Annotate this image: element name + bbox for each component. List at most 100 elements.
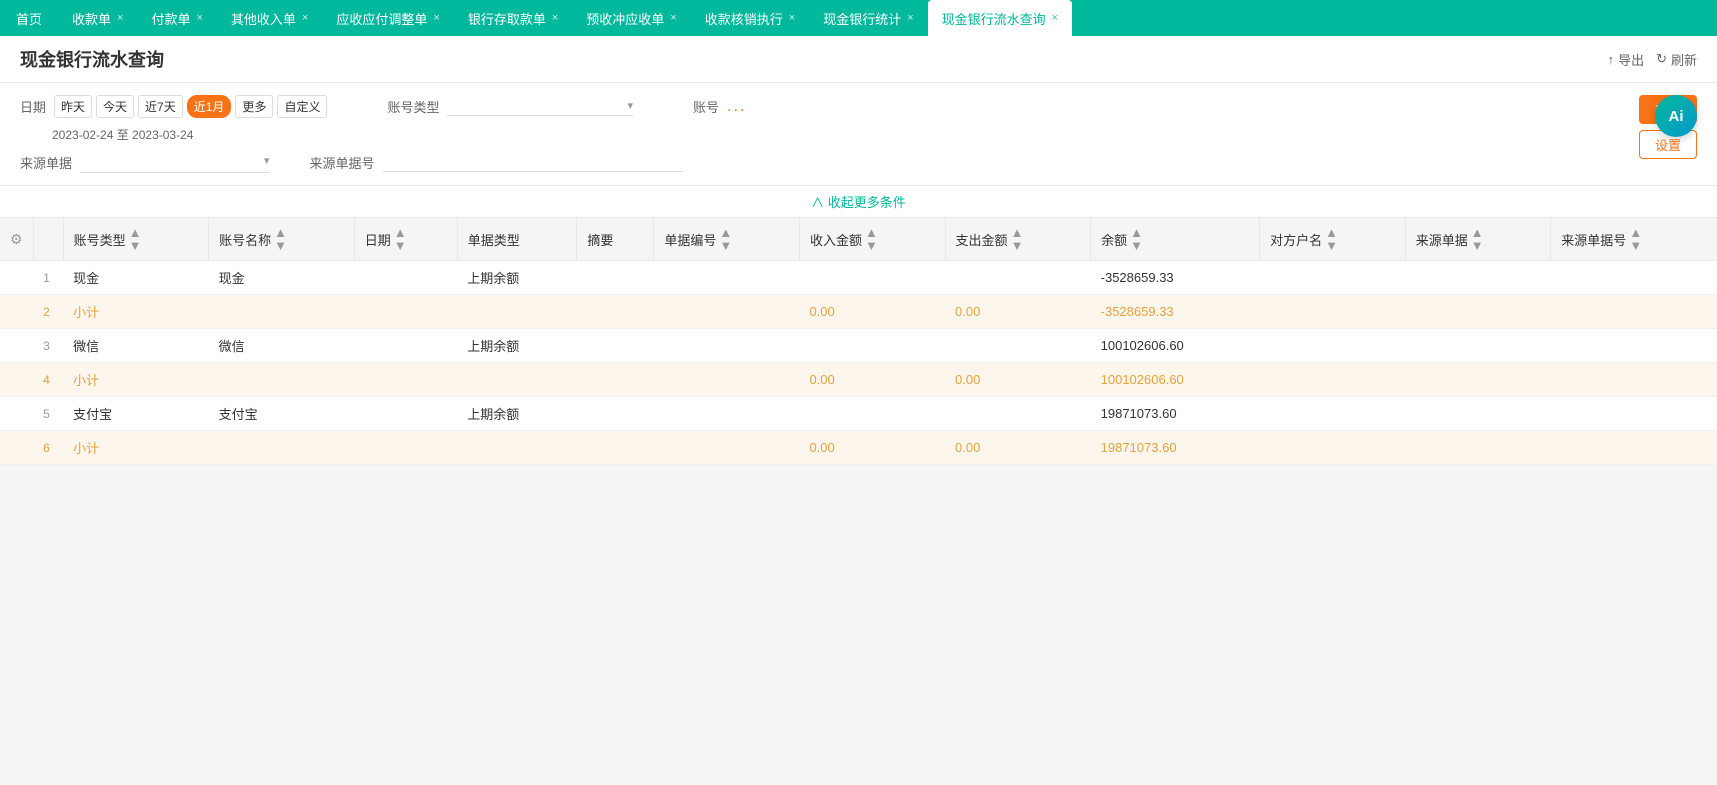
sort-icon-account_type[interactable]: ▲▼: [129, 226, 142, 252]
cell-expense: 0.00: [945, 431, 1091, 465]
cell-summary: [577, 295, 654, 329]
tab-close-icon[interactable]: ×: [552, 12, 558, 24]
gear-icon[interactable]: ⚙: [10, 231, 23, 247]
cell-source_doc_num: [1551, 363, 1717, 397]
cell-doc_type: [457, 431, 577, 465]
row-number: 2: [33, 295, 63, 329]
date-filter-group: 日期 昨天今天近7天近1月更多自定义: [20, 95, 327, 118]
cell-doc_number: [654, 363, 800, 397]
sort-icon-date[interactable]: ▲▼: [394, 226, 407, 252]
date-btn-近7天[interactable]: 近7天: [138, 95, 183, 118]
col-header-income[interactable]: 收入金额▲▼: [799, 218, 945, 261]
col-header-date[interactable]: 日期▲▼: [354, 218, 457, 261]
account-type-input[interactable]: [447, 98, 623, 113]
cell-income: [799, 329, 945, 363]
sort-icon-expense[interactable]: ▲▼: [1011, 226, 1024, 252]
cell-account_name: [209, 363, 355, 397]
cell-source_doc_num: [1551, 295, 1717, 329]
account-type-label: 账号类型: [387, 97, 439, 116]
date-btn-自定义[interactable]: 自定义: [277, 95, 327, 118]
account-group: 账号 ...: [693, 97, 746, 116]
nav-tab-现金银行统计[interactable]: 现金银行统计×: [809, 0, 927, 36]
nav-tab-现金银行流水查询[interactable]: 现金银行流水查询×: [928, 0, 1072, 36]
sort-icon-income[interactable]: ▲▼: [865, 226, 878, 252]
nav-tab-收款核销执行[interactable]: 收款核销执行×: [691, 0, 809, 36]
account-dots-button[interactable]: ...: [727, 98, 746, 116]
sort-icon-source_doc_num[interactable]: ▲▼: [1629, 226, 1642, 252]
col-header-doc_number[interactable]: 单据编号▲▼: [654, 218, 800, 261]
cell-counterpart: [1260, 363, 1406, 397]
col-header-counterpart[interactable]: 对方户名▲▼: [1260, 218, 1406, 261]
tab-close-icon[interactable]: ×: [789, 12, 795, 24]
account-label: 账号: [693, 97, 719, 116]
date-buttons: 昨天今天近7天近1月更多自定义: [54, 95, 327, 118]
row-settings-cell: [0, 329, 33, 363]
sort-icon-source_doc[interactable]: ▲▼: [1471, 226, 1484, 252]
col-header-expense[interactable]: 支出金额▲▼: [945, 218, 1091, 261]
export-button[interactable]: ↑ 导出: [1608, 50, 1645, 69]
cell-account_name: [209, 295, 355, 329]
account-type-select-wrapper: ▾: [447, 98, 633, 116]
page-header: 现金银行流水查询 ↑ 导出 ↻ 刷新: [0, 36, 1717, 83]
source-doc-num-input[interactable]: [383, 152, 683, 172]
cell-summary: [577, 363, 654, 397]
filter-area: 日期 昨天今天近7天近1月更多自定义 账号类型 ▾ 账号 ...: [0, 83, 1717, 186]
table-row: 6小计0.000.0019871073.60: [0, 431, 1717, 465]
cell-source_doc: [1405, 329, 1551, 363]
main-table: ⚙账号类型▲▼账号名称▲▼日期▲▼单据类型摘要单据编号▲▼收入金额▲▼支出金额▲…: [0, 218, 1717, 465]
cell-counterpart: [1260, 261, 1406, 295]
table-wrapper: ⚙账号类型▲▼账号名称▲▼日期▲▼单据类型摘要单据编号▲▼收入金额▲▼支出金额▲…: [0, 218, 1717, 465]
source-doc-arrow-icon[interactable]: ▾: [264, 154, 270, 167]
tab-close-icon[interactable]: ×: [117, 12, 123, 24]
cell-source_doc: [1405, 431, 1551, 465]
nav-tab-付款单[interactable]: 付款单×: [137, 0, 216, 36]
col-header-account_name[interactable]: 账号名称▲▼: [209, 218, 355, 261]
tab-close-icon[interactable]: ×: [433, 12, 439, 24]
tab-close-icon[interactable]: ×: [302, 12, 308, 24]
col-header-balance[interactable]: 余额▲▼: [1091, 218, 1260, 261]
filter-row-1: 日期 昨天今天近7天近1月更多自定义 账号类型 ▾ 账号 ...: [20, 95, 1639, 118]
row-number: 3: [33, 329, 63, 363]
source-doc-num-group: 来源单据号: [310, 152, 683, 172]
date-btn-更多[interactable]: 更多: [235, 95, 273, 118]
cell-balance: -3528659.33: [1091, 261, 1260, 295]
col-header-source_doc[interactable]: 来源单据▲▼: [1405, 218, 1551, 261]
sort-icon-doc_number[interactable]: ▲▼: [719, 226, 732, 252]
nav-tab-其他收入单[interactable]: 其他收入单×: [217, 0, 322, 36]
date-btn-近1月[interactable]: 近1月: [187, 95, 232, 118]
row-settings-cell: [0, 431, 33, 465]
export-icon: ↑: [1608, 52, 1615, 67]
nav-home[interactable]: 首页: [0, 0, 58, 36]
cell-doc_type: 上期余额: [457, 397, 577, 431]
table-row: 1现金现金上期余额-3528659.33: [0, 261, 1717, 295]
collapse-bar[interactable]: ∧ 收起更多条件: [0, 186, 1717, 218]
tab-close-icon[interactable]: ×: [196, 12, 202, 24]
tab-close-icon[interactable]: ×: [1052, 12, 1058, 24]
date-btn-昨天[interactable]: 昨天: [54, 95, 92, 118]
nav-tab-收款单[interactable]: 收款单×: [58, 0, 137, 36]
source-doc-num-label: 来源单据号: [310, 153, 375, 172]
nav-tab-银行存取款单[interactable]: 银行存取款单×: [454, 0, 572, 36]
table-row: 5支付宝支付宝上期余额19871073.60: [0, 397, 1717, 431]
tab-close-icon[interactable]: ×: [670, 12, 676, 24]
cell-expense: [945, 261, 1091, 295]
col-header-doc_type: 单据类型: [457, 218, 577, 261]
source-doc-input[interactable]: [80, 151, 264, 170]
nav-tab-预收冲应收单[interactable]: 预收冲应收单×: [572, 0, 690, 36]
account-type-arrow-icon[interactable]: ▾: [627, 99, 633, 112]
refresh-button[interactable]: ↻ 刷新: [1656, 50, 1697, 69]
col-header-account_type[interactable]: 账号类型▲▼: [63, 218, 209, 261]
sort-icon-account_name[interactable]: ▲▼: [274, 226, 287, 252]
sort-icon-balance[interactable]: ▲▼: [1130, 226, 1143, 252]
sort-icon-counterpart[interactable]: ▲▼: [1325, 226, 1338, 252]
cell-source_doc_num: [1551, 329, 1717, 363]
date-btn-今天[interactable]: 今天: [96, 95, 134, 118]
col-header-source_doc_num[interactable]: 来源单据号▲▼: [1551, 218, 1717, 261]
nav-tab-应收应付调整单[interactable]: 应收应付调整单×: [322, 0, 453, 36]
tab-close-icon[interactable]: ×: [907, 12, 913, 24]
cell-balance: 19871073.60: [1091, 397, 1260, 431]
col-header-num: [33, 218, 63, 261]
cell-income: 0.00: [799, 295, 945, 329]
filter-row-2: 来源单据 ▾ 来源单据号: [20, 151, 1639, 173]
ai-badge[interactable]: Ai: [1655, 95, 1697, 137]
